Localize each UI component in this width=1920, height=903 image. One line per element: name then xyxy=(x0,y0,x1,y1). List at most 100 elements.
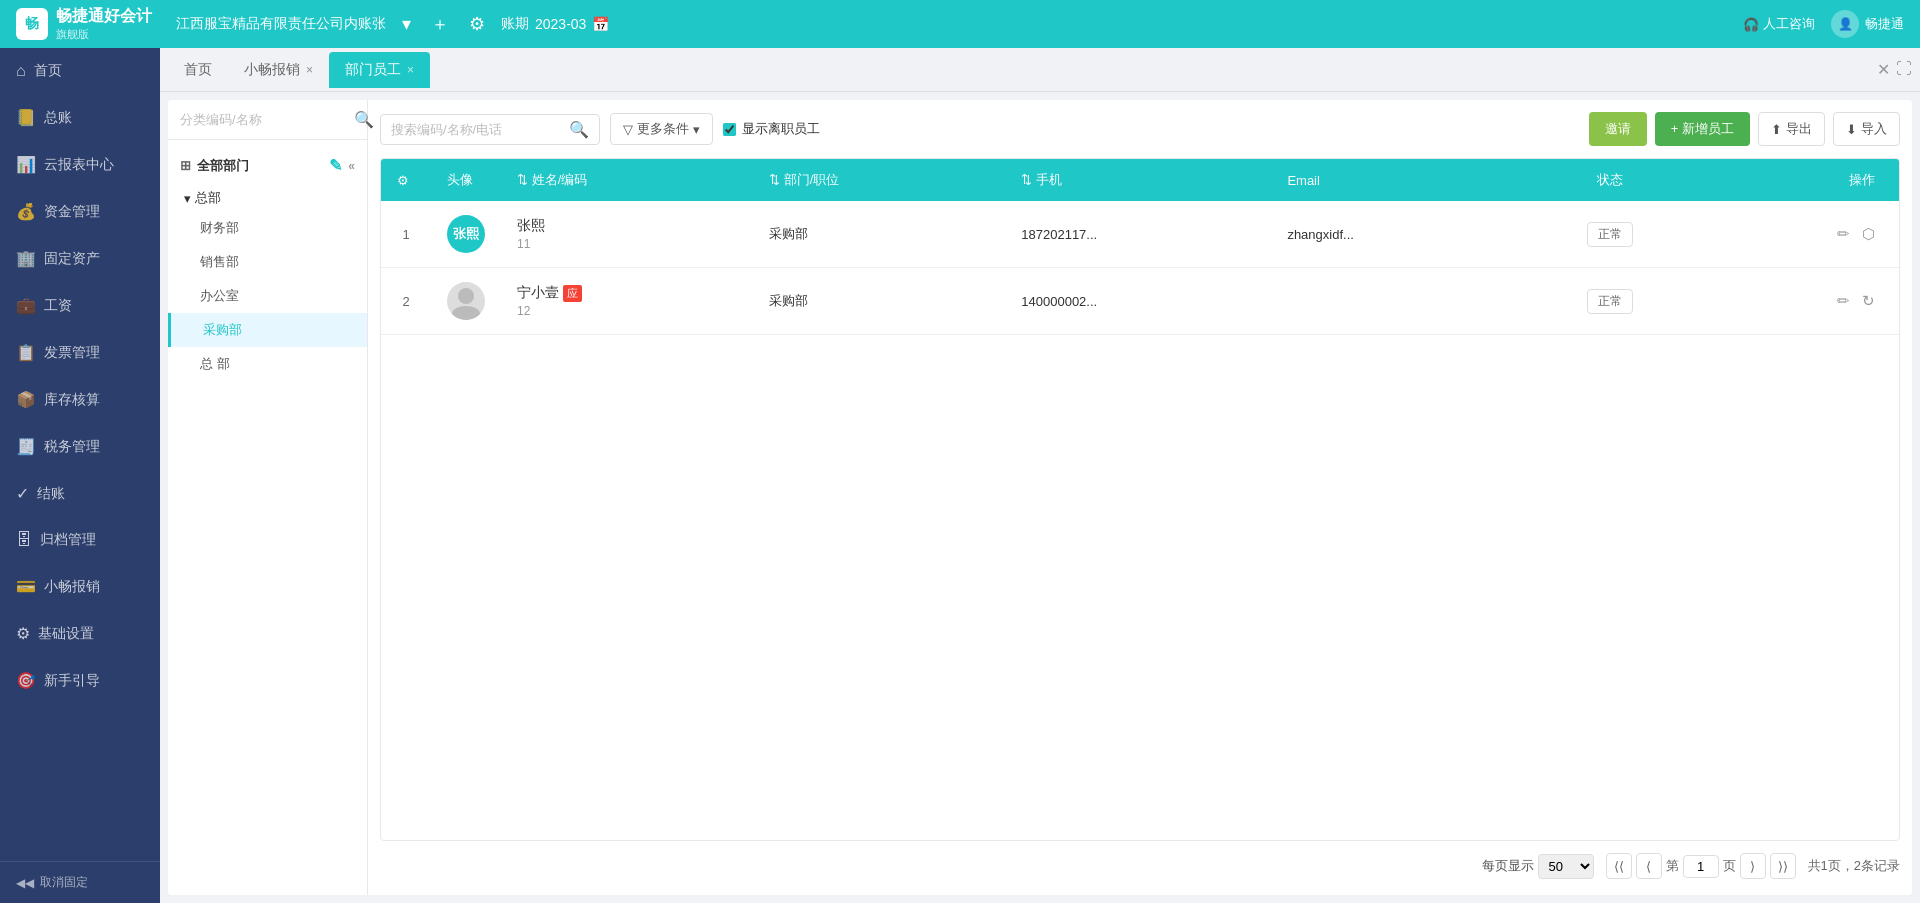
company-name[interactable]: 江西服宝精品有限责任公司内账张 xyxy=(176,15,386,33)
sidebar-item-home[interactable]: ⌂ 首页 xyxy=(0,48,160,94)
inventory-icon: 📦 xyxy=(16,390,36,409)
tab-xiaochang[interactable]: 小畅报销 × xyxy=(228,52,329,88)
page-content: 🔍 ⊞ 全部部门 ✎ « ▾ 总部 财务部 xyxy=(168,100,1912,895)
row2-refresh-icon[interactable]: ↻ xyxy=(1862,292,1875,310)
sidebar-item-settings[interactable]: ⚙ 基础设置 xyxy=(0,610,160,657)
assets-icon: 🏢 xyxy=(16,249,36,268)
avatar: 👤 xyxy=(1831,10,1859,38)
chevron-down-icon: ▾ xyxy=(693,122,700,137)
toolbar: 🔍 ▽ 更多条件 ▾ 显示离职员工 邀请 xyxy=(380,112,1900,146)
cancel-pin-btn[interactable]: ◀◀ 取消固定 xyxy=(0,861,160,903)
sidebar-item-tax[interactable]: 🧾 税务管理 xyxy=(0,423,160,470)
last-page-btn[interactable]: ⟩⟩ xyxy=(1770,853,1796,879)
dept-hq[interactable]: ▾ 总部 xyxy=(168,183,367,211)
sidebar-item-fixed-assets[interactable]: 🏢 固定资产 xyxy=(0,235,160,282)
tab-xiaochang-close[interactable]: × xyxy=(306,63,313,77)
svg-point-1 xyxy=(452,306,480,320)
sidebar-item-xiaochang-expense[interactable]: 💳 小畅报销 xyxy=(0,563,160,610)
headset-icon: 🎧 xyxy=(1743,17,1759,32)
fund-icon: 💰 xyxy=(16,202,36,221)
dept-item-sales[interactable]: 销售部 xyxy=(168,245,367,279)
invite-btn[interactable]: 邀请 xyxy=(1589,112,1647,146)
logo-area: 畅 畅捷通好会计 旗舰版 xyxy=(16,6,176,42)
archive-icon: 🗄 xyxy=(16,531,32,549)
table-row: 2 xyxy=(381,268,1899,335)
page-input[interactable] xyxy=(1683,855,1719,878)
user-area[interactable]: 👤 畅捷通 xyxy=(1831,10,1904,38)
filter-btn[interactable]: ▽ 更多条件 ▾ xyxy=(610,113,713,145)
row1-logout-icon[interactable]: ⬡ xyxy=(1862,225,1875,243)
dept-collapse-btn[interactable]: « xyxy=(348,159,355,173)
col-action: 操作 xyxy=(1707,159,1899,201)
home-icon: ⌂ xyxy=(16,62,26,80)
col-dept[interactable]: ⇅ 部门/职位 xyxy=(753,159,1005,201)
col-avatar: 头像 xyxy=(431,159,501,201)
import-icon: ⬇ xyxy=(1846,122,1857,137)
export-btn[interactable]: ⬆ 导出 xyxy=(1758,112,1825,146)
close-window-btn[interactable]: ✕ xyxy=(1877,60,1890,79)
chevron-down-icon: ▾ xyxy=(184,191,191,206)
import-btn[interactable]: ⬇ 导入 xyxy=(1833,112,1900,146)
tab-home[interactable]: 首页 xyxy=(168,52,228,88)
sidebar-item-fund[interactable]: 💰 资金管理 xyxy=(0,188,160,235)
show-resigned-checkbox[interactable] xyxy=(723,123,736,136)
company-dropdown-btn[interactable]: ▾ xyxy=(398,9,415,39)
dept-item-office[interactable]: 办公室 xyxy=(168,279,367,313)
calendar-icon[interactable]: 📅 xyxy=(592,16,609,32)
sidebar-item-inventory[interactable]: 📦 库存核算 xyxy=(0,376,160,423)
sidebar-item-salary[interactable]: 💼 工资 xyxy=(0,282,160,329)
col-settings[interactable]: ⚙ xyxy=(381,159,431,201)
service-btn[interactable]: 🎧 人工咨询 xyxy=(1743,15,1815,33)
sidebar-item-invoice[interactable]: 📋 发票管理 xyxy=(0,329,160,376)
prev-page-btn[interactable]: ⟨ xyxy=(1636,853,1662,879)
pin-icon: ◀◀ xyxy=(16,876,34,890)
dept-edit-icon[interactable]: ✎ xyxy=(329,156,342,175)
page-size-select: 每页显示 50 10 20 100 xyxy=(1482,854,1594,879)
settings-sidebar-icon: ⚙ xyxy=(16,624,30,643)
total-text: 共1页，2条记录 xyxy=(1808,857,1900,875)
settings-btn[interactable]: ⚙ xyxy=(465,9,489,39)
dept-item-hq2[interactable]: 总 部 xyxy=(168,347,367,381)
add-company-btn[interactable]: ＋ xyxy=(427,8,453,40)
dept-item-purchase[interactable]: 采购部 xyxy=(168,313,367,347)
content-area: 首页 小畅报销 × 部门员工 × ✕ ⛶ 🔍 xyxy=(160,48,1920,903)
search-icon[interactable]: 🔍 xyxy=(569,120,589,139)
show-resigned-label[interactable]: 显示离职员工 xyxy=(723,120,820,138)
first-page-btn[interactable]: ⟨⟨ xyxy=(1606,853,1632,879)
sidebar-item-guide[interactable]: 🎯 新手引导 xyxy=(0,657,160,704)
toolbar-right: 邀请 + 新增员工 ⬆ 导出 ⬇ 导入 xyxy=(1589,112,1900,146)
top-center: 江西服宝精品有限责任公司内账张 ▾ ＋ ⚙ 账期 2023-03 📅 xyxy=(176,8,1743,40)
tab-dept-staff[interactable]: 部门员工 × xyxy=(329,52,430,88)
sidebar-item-checkout[interactable]: ✓ 结账 xyxy=(0,470,160,517)
tab-dept-staff-close[interactable]: × xyxy=(407,63,414,77)
table-row: 1 张熙 张熙 11 xyxy=(381,201,1899,268)
row1-actions: ✏ ⬡ xyxy=(1707,201,1899,268)
all-dept-header[interactable]: ⊞ 全部部门 ✎ « xyxy=(168,148,367,183)
table-header-row: ⚙ 头像 ⇅ 姓名/编码 ⇅ 部门/职位 xyxy=(381,159,1899,201)
employee-search-input[interactable] xyxy=(391,122,563,137)
avatar-circle-1: 张熙 xyxy=(447,215,485,253)
tab-expand-btn: ✕ ⛶ xyxy=(1865,60,1912,79)
sidebar-item-reports[interactable]: 📊 云报表中心 xyxy=(0,141,160,188)
salary-icon: 💼 xyxy=(16,296,36,315)
row2-avatar xyxy=(431,268,501,335)
next-page-btn[interactable]: ⟩ xyxy=(1740,853,1766,879)
row1-avatar: 张熙 xyxy=(431,201,501,268)
col-phone[interactable]: ⇅ 手机 xyxy=(1005,159,1271,201)
sidebar-item-archive[interactable]: 🗄 归档管理 xyxy=(0,517,160,563)
page-size-dropdown[interactable]: 50 10 20 100 xyxy=(1538,854,1594,879)
dept-item-finance[interactable]: 财务部 xyxy=(168,211,367,245)
sidebar-item-general-ledger[interactable]: 📒 总账 xyxy=(0,94,160,141)
expand-window-btn[interactable]: ⛶ xyxy=(1896,60,1912,79)
row1-name-cell: 张熙 11 xyxy=(501,201,753,268)
row2-num: 2 xyxy=(381,268,431,335)
status-badge-tag: 应 xyxy=(563,285,582,302)
expense-icon: 💳 xyxy=(16,577,36,596)
col-name[interactable]: ⇅ 姓名/编码 xyxy=(501,159,753,201)
add-employee-btn[interactable]: + 新增员工 xyxy=(1655,112,1750,146)
row1-edit-icon[interactable]: ✏ xyxy=(1837,225,1850,243)
reports-icon: 📊 xyxy=(16,155,36,174)
checkout-icon: ✓ xyxy=(16,484,29,503)
row2-edit-icon[interactable]: ✏ xyxy=(1837,292,1850,310)
dept-search-input[interactable] xyxy=(180,112,348,127)
